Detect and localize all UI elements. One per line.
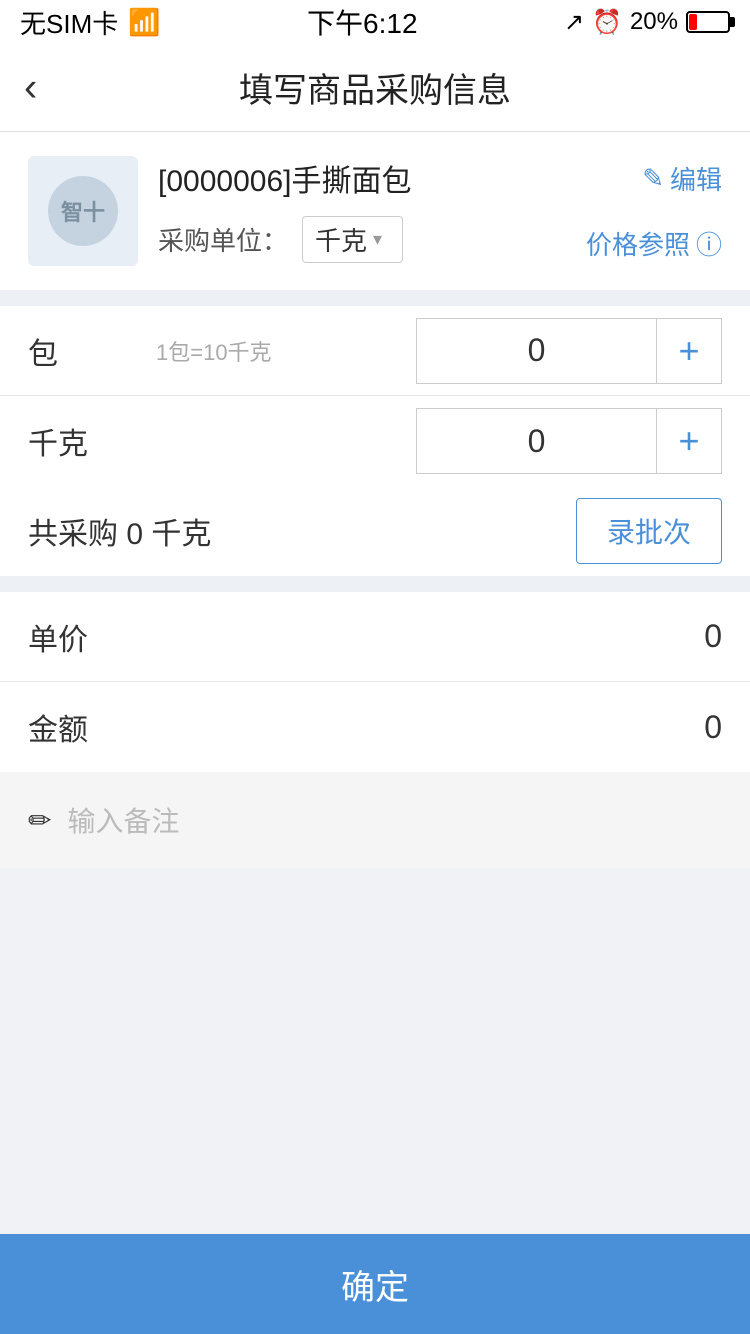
amount-value: 0 xyxy=(704,709,722,746)
summary-unit: 千克 xyxy=(151,518,211,551)
bao-input-group: + xyxy=(416,318,722,384)
unit-label: 采购单位： xyxy=(158,221,288,258)
location-icon: ↗ xyxy=(564,8,584,37)
battery-text: 20% xyxy=(630,8,678,36)
unit-value: 千克 xyxy=(315,221,367,258)
bao-label: 包 xyxy=(28,329,148,373)
bao-sublabel: 1包=10千克 xyxy=(156,335,272,367)
unit-price-label: 单价 xyxy=(28,615,88,659)
alarm-icon: ⏰ xyxy=(592,8,622,37)
kg-row: 千克 + xyxy=(0,396,750,486)
unit-price-row: 单价 0 xyxy=(0,592,750,682)
nav-bar: ‹ 填写商品采购信息 xyxy=(0,44,750,132)
quantity-form: 包 1包=10千克 + 千克 + xyxy=(0,306,750,486)
help-icon: ⓘ xyxy=(696,225,722,262)
status-right: ↗ ⏰ 20% xyxy=(564,8,730,37)
product-name: [0000006]手撕面包 xyxy=(158,156,722,200)
kg-label: 千克 xyxy=(28,419,148,463)
unit-price-value: 0 xyxy=(704,618,722,655)
summary-label: 共采购 xyxy=(28,518,118,551)
carrier-text: 无SIM卡 xyxy=(20,4,118,41)
edit-icon: ✎ xyxy=(642,163,664,194)
kg-input-group: + xyxy=(416,408,722,474)
confirm-button[interactable]: 确定 xyxy=(341,1260,409,1309)
divider-2 xyxy=(0,576,750,592)
summary-value: 0 xyxy=(126,518,143,551)
edit-label: 编辑 xyxy=(670,160,722,197)
note-icon: ✏ xyxy=(28,804,51,837)
price-ref-label: 价格参照 xyxy=(586,225,690,262)
unit-selector[interactable]: 千克 ▾ xyxy=(302,216,403,263)
status-left: 无SIM卡 📶 xyxy=(20,4,161,41)
amount-label: 金额 xyxy=(28,705,88,749)
kg-input[interactable] xyxy=(416,408,656,474)
bao-row: 包 1包=10千克 + xyxy=(0,306,750,396)
price-reference-button[interactable]: 价格参照 ⓘ xyxy=(586,225,722,262)
status-time: 下午6:12 xyxy=(307,2,418,42)
note-placeholder: 输入备注 xyxy=(67,800,179,840)
back-button[interactable]: ‹ xyxy=(24,65,37,110)
product-card: 智十 [0000006]手撕面包 采购单位： 千克 ▾ ✎ 编辑 价格参照 ⓘ xyxy=(0,132,750,290)
amount-row: 金额 0 xyxy=(0,682,750,772)
status-bar: 无SIM卡 📶 下午6:12 ↗ ⏰ 20% xyxy=(0,0,750,44)
bao-input[interactable] xyxy=(416,318,656,384)
divider-1 xyxy=(0,290,750,306)
batch-button[interactable]: 录批次 xyxy=(576,498,722,564)
battery-icon xyxy=(686,11,730,33)
summary-text: 共采购 0 千克 xyxy=(28,509,211,553)
edit-button[interactable]: ✎ 编辑 xyxy=(642,160,722,197)
summary-row: 共采购 0 千克 录批次 xyxy=(0,486,750,576)
kg-plus-button[interactable]: + xyxy=(656,408,722,474)
note-section[interactable]: ✏ 输入备注 xyxy=(0,772,750,868)
bottom-bar: 确定 xyxy=(0,1234,750,1334)
main-content: 智十 [0000006]手撕面包 采购单位： 千克 ▾ ✎ 编辑 价格参照 ⓘ … xyxy=(0,132,750,1168)
dropdown-arrow-icon: ▾ xyxy=(373,229,382,250)
wifi-icon: 📶 xyxy=(128,7,160,38)
product-thumbnail: 智十 xyxy=(48,176,118,246)
price-section: 单价 0 金额 0 xyxy=(0,592,750,772)
spacer xyxy=(0,868,750,1168)
page-title: 填写商品采购信息 xyxy=(239,63,511,112)
bao-plus-button[interactable]: + xyxy=(656,318,722,384)
product-image: 智十 xyxy=(28,156,138,266)
